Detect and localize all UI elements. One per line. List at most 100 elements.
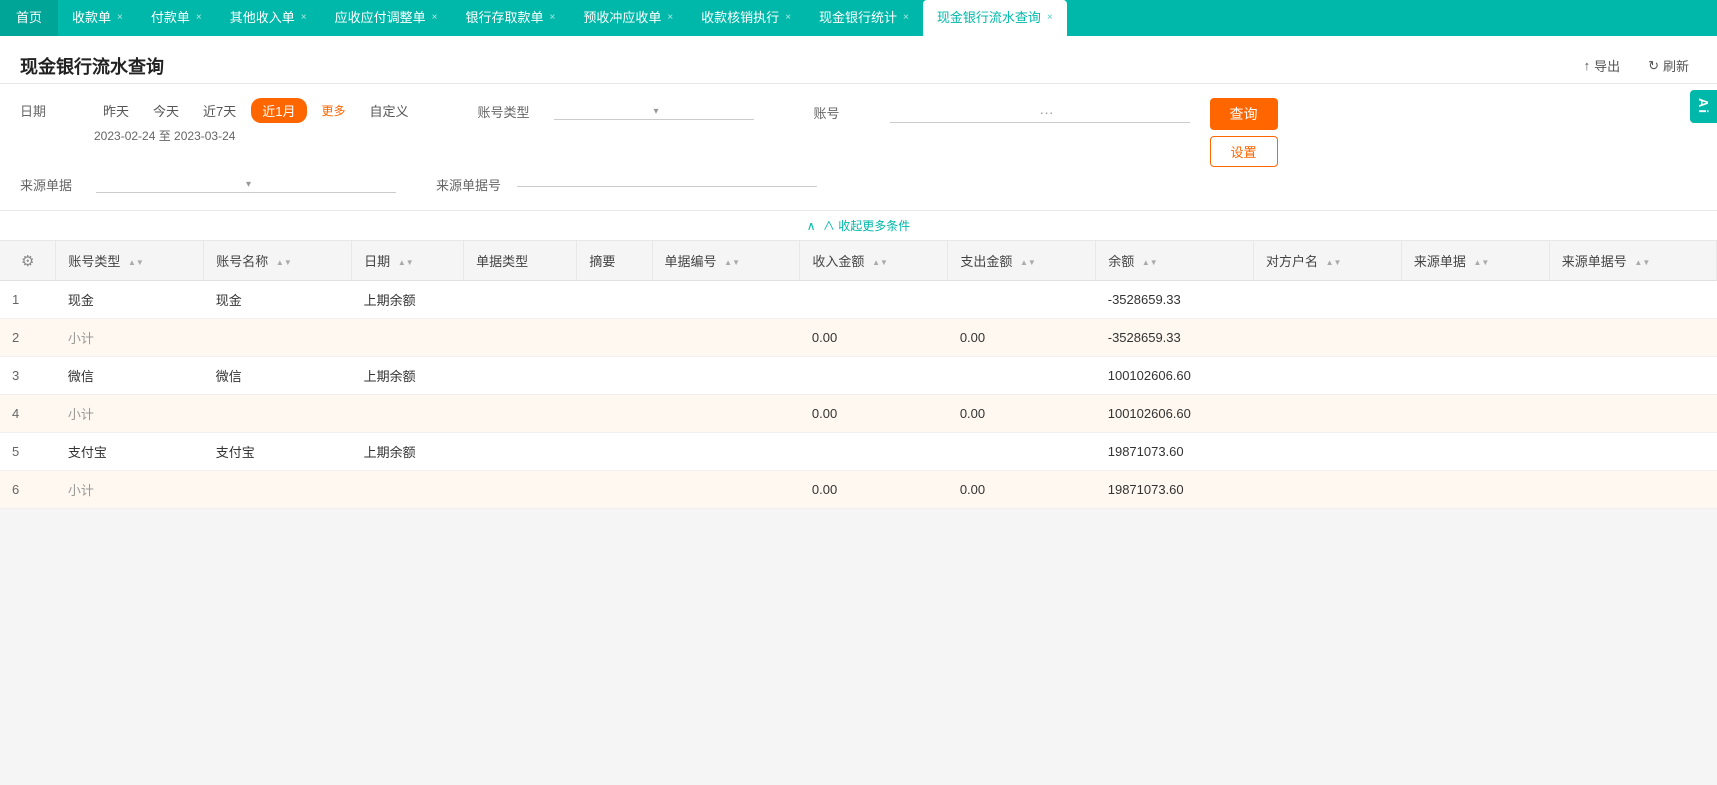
- cell-doc_type: [464, 395, 577, 433]
- nav-home[interactable]: 首页: [0, 0, 58, 36]
- sort-arrows-counterpart: ▲▼: [1326, 258, 1342, 267]
- table-row[interactable]: 6小计0.000.0019871073.60: [0, 471, 1717, 509]
- th-source-doc[interactable]: 来源单据 ▲▼: [1401, 241, 1549, 281]
- cell-income: [800, 281, 948, 319]
- cell-source_doc: [1401, 395, 1549, 433]
- th-expense[interactable]: 支出金额 ▲▼: [948, 241, 1096, 281]
- nav-tab-7[interactable]: 现金银行统计 ×: [805, 0, 923, 36]
- cell-account_type: 支付宝: [56, 433, 204, 471]
- cell-source_doc_no: [1549, 281, 1716, 319]
- cell-expense: 0.00: [948, 395, 1096, 433]
- gear-icon[interactable]: ⚙: [21, 253, 34, 270]
- cell-doc_no: [652, 319, 800, 357]
- th-doc-type: 单据类型: [464, 241, 577, 281]
- nav-tab-8[interactable]: 现金银行流水查询 ×: [923, 0, 1067, 36]
- cell-source_doc: [1401, 471, 1549, 509]
- th-gear: ⚙: [0, 241, 56, 281]
- close-icon-7[interactable]: ×: [903, 0, 909, 36]
- nav-tab-4[interactable]: 银行存取款单 ×: [451, 0, 569, 36]
- nav-tab-5[interactable]: 预收冲应收单 ×: [569, 0, 687, 36]
- th-counterpart[interactable]: 对方户名 ▲▼: [1253, 241, 1401, 281]
- cell-account_type: 微信: [56, 357, 204, 395]
- account-type-label: 账号类型: [478, 102, 538, 121]
- query-button[interactable]: 查询: [1210, 98, 1278, 130]
- row-number: 5: [0, 433, 56, 471]
- th-income[interactable]: 收入金额 ▲▼: [800, 241, 948, 281]
- cell-source_doc_no: [1549, 433, 1716, 471]
- account-type-select[interactable]: ▾: [554, 104, 754, 120]
- nav-tab-6[interactable]: 收款核销执行 ×: [687, 0, 805, 36]
- cell-balance: 100102606.60: [1096, 395, 1254, 433]
- table-row[interactable]: 4小计0.000.00100102606.60: [0, 395, 1717, 433]
- cell-account_type: 小计: [56, 471, 204, 509]
- cell-date: 上期余额: [352, 357, 464, 395]
- close-icon-0[interactable]: ×: [117, 0, 123, 36]
- account-no-input[interactable]: ···: [890, 102, 1190, 123]
- cell-income: [800, 433, 948, 471]
- table-row[interactable]: 5支付宝支付宝上期余额19871073.60: [0, 433, 1717, 471]
- sort-arrows-date: ▲▼: [398, 258, 414, 267]
- date-range: 2023-02-24 至 2023-03-24: [94, 129, 235, 143]
- cell-doc_no: [652, 357, 800, 395]
- th-account-type[interactable]: 账号类型 ▲▼: [56, 241, 204, 281]
- settings-button[interactable]: 设置: [1210, 136, 1278, 167]
- cell-date: [352, 395, 464, 433]
- row-number: 1: [0, 281, 56, 319]
- cell-income: 0.00: [800, 395, 948, 433]
- date-btn-today[interactable]: 今天: [144, 98, 188, 123]
- date-btn-more[interactable]: 更多: [313, 99, 355, 122]
- table-row[interactable]: 1现金现金上期余额-3528659.33: [0, 281, 1717, 319]
- ai-badge[interactable]: Ai: [1690, 90, 1717, 123]
- table-row[interactable]: 3微信微信上期余额100102606.60: [0, 357, 1717, 395]
- table-body: 1现金现金上期余额-3528659.332小计0.000.00-3528659.…: [0, 281, 1717, 509]
- collapse-bar[interactable]: ∧ ∧ 收起更多条件: [0, 211, 1717, 241]
- close-icon-8[interactable]: ×: [1047, 0, 1053, 36]
- table-row[interactable]: 2小计0.000.00-3528659.33: [0, 319, 1717, 357]
- nav-tab-2[interactable]: 其他收入单 ×: [216, 0, 321, 36]
- date-btn-1month[interactable]: 近1月: [251, 98, 306, 123]
- header-actions: ↑ 导出 ↻ 刷新: [1576, 52, 1697, 79]
- cell-doc_no: [652, 281, 800, 319]
- sort-arrows-doc-no: ▲▼: [724, 258, 740, 267]
- cell-doc_type: [464, 433, 577, 471]
- date-btn-7days[interactable]: 近7天: [194, 98, 245, 123]
- cell-income: 0.00: [800, 319, 948, 357]
- cell-account_name: [204, 471, 352, 509]
- nav-tab-0[interactable]: 收款单 ×: [58, 0, 137, 36]
- cell-balance: 100102606.60: [1096, 357, 1254, 395]
- cell-counterpart: [1253, 471, 1401, 509]
- cell-account_name: 现金: [204, 281, 352, 319]
- close-icon-3[interactable]: ×: [432, 0, 438, 36]
- th-doc-no[interactable]: 单据编号 ▲▼: [652, 241, 800, 281]
- filter-area: 日期 昨天 今天 近7天 近1月 更多 自定义 2023-02-24 至 202…: [0, 84, 1717, 211]
- close-icon-5[interactable]: ×: [667, 0, 673, 36]
- nav-tab-3[interactable]: 应收应付调整单 ×: [321, 0, 452, 36]
- source-doc-select[interactable]: ▾: [96, 177, 396, 193]
- th-source-doc-no[interactable]: 来源单据号 ▲▼: [1549, 241, 1716, 281]
- cell-summary: [577, 395, 652, 433]
- date-options: 昨天 今天 近7天 近1月 更多 自定义: [94, 98, 418, 123]
- th-balance[interactable]: 余额 ▲▼: [1096, 241, 1254, 281]
- cell-date: [352, 471, 464, 509]
- cell-doc_type: [464, 471, 577, 509]
- close-icon-1[interactable]: ×: [196, 0, 202, 36]
- source-doc-no-input[interactable]: [517, 182, 817, 187]
- th-account-name[interactable]: 账号名称 ▲▼: [204, 241, 352, 281]
- cell-counterpart: [1253, 319, 1401, 357]
- close-icon-4[interactable]: ×: [549, 0, 555, 36]
- action-buttons: 查询 设置: [1210, 98, 1278, 167]
- nav-tab-1[interactable]: 付款单 ×: [137, 0, 216, 36]
- close-icon-6[interactable]: ×: [785, 0, 791, 36]
- cell-expense: [948, 433, 1096, 471]
- refresh-button[interactable]: ↻ 刷新: [1640, 52, 1697, 79]
- date-btn-custom[interactable]: 自定义: [361, 98, 418, 123]
- th-date[interactable]: 日期 ▲▼: [352, 241, 464, 281]
- top-nav: 首页 收款单 × 付款单 × 其他收入单 × 应收应付调整单 × 银行存取款单 …: [0, 0, 1717, 36]
- source-doc-label: 来源单据: [20, 175, 80, 194]
- page-header: 现金银行流水查询 ↑ 导出 ↻ 刷新: [0, 36, 1717, 84]
- date-btn-yesterday[interactable]: 昨天: [94, 98, 138, 123]
- account-no-dots[interactable]: ···: [1040, 104, 1184, 120]
- cell-account_name: 支付宝: [204, 433, 352, 471]
- export-button[interactable]: ↑ 导出: [1576, 52, 1629, 79]
- close-icon-2[interactable]: ×: [301, 0, 307, 36]
